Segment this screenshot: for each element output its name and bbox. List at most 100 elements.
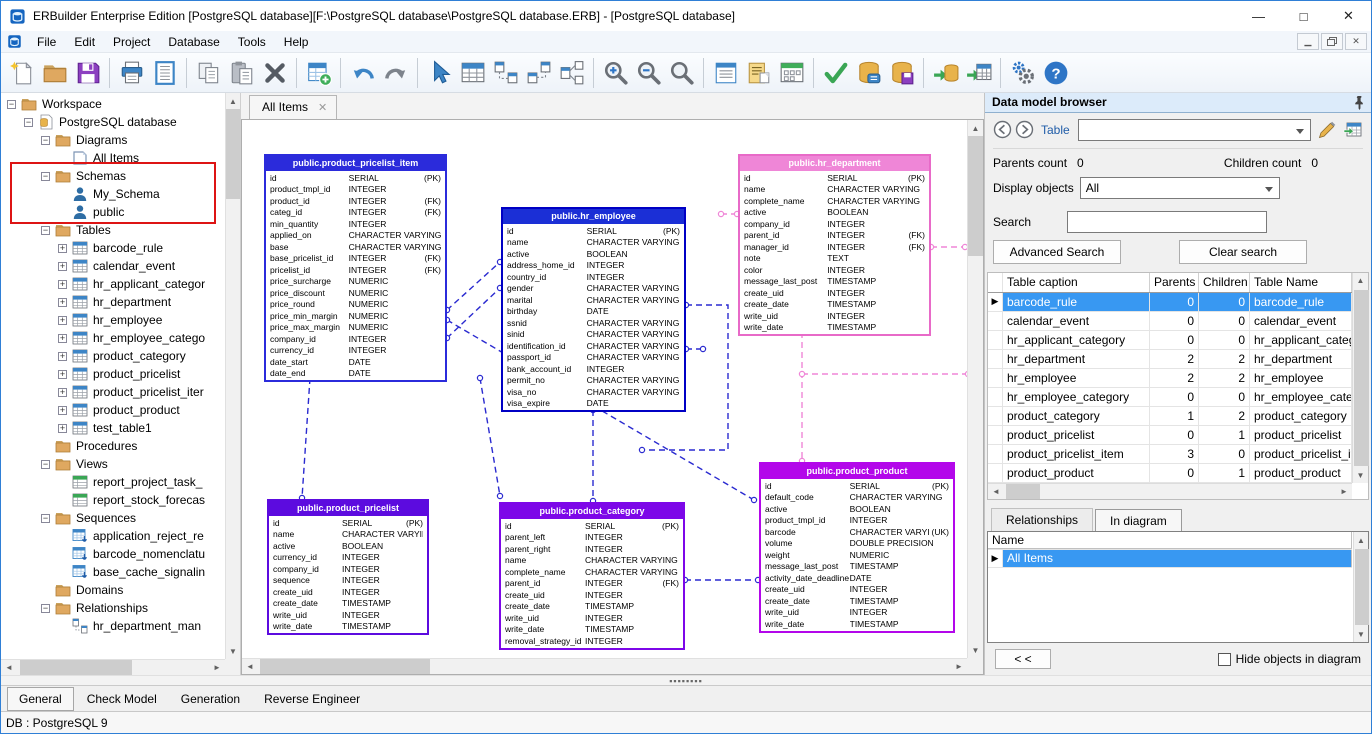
tree-item-report-stock-forecas[interactable]: +report_stock_forecas — [1, 491, 225, 509]
expand-icon[interactable]: + — [58, 298, 67, 307]
table-row-calendar_event[interactable]: calendar_event00calendar_event — [988, 312, 1352, 331]
scrollbar-thumb[interactable] — [226, 109, 240, 199]
menu-item-database[interactable]: Database — [159, 33, 228, 51]
tree-item-procedures[interactable]: +Procedures — [1, 437, 225, 455]
table-row-product_category[interactable]: product_category12product_category — [988, 407, 1352, 426]
diagram-canvas[interactable]: ▲▼ ◄► public.product_pricelist_itemidSER… — [241, 119, 984, 675]
generate-script-button[interactable] — [852, 56, 885, 90]
form-view-button[interactable] — [775, 56, 808, 90]
tree-horizontal-scrollbar[interactable]: ◄► — [1, 659, 225, 675]
scrollbar-thumb[interactable] — [20, 660, 132, 675]
collapse-icon[interactable]: − — [41, 604, 50, 613]
collapse-icon[interactable]: − — [41, 172, 50, 181]
mdi-close-button[interactable]: ✕ — [1345, 33, 1367, 50]
add-relationship-button[interactable] — [489, 56, 522, 90]
expand-icon[interactable]: + — [58, 352, 67, 361]
horizontal-splitter[interactable]: ▪▪▪▪▪▪▪▪ — [1, 675, 1371, 685]
bottom-tab-check-model[interactable]: Check Model — [76, 688, 168, 710]
expand-icon[interactable]: + — [58, 424, 67, 433]
mdi-restore-button[interactable] — [1321, 33, 1343, 50]
scrollbar-thumb[interactable] — [1006, 484, 1040, 499]
print-button[interactable] — [115, 56, 148, 90]
collapse-icon[interactable]: − — [7, 100, 16, 109]
tree-item-relationships[interactable]: −Relationships — [1, 599, 225, 617]
column-header-table-name[interactable]: Table Name — [1250, 273, 1352, 292]
tree-item-tables[interactable]: −Tables — [1, 221, 225, 239]
tree-item-application-reject-re[interactable]: +application_reject_re — [1, 527, 225, 545]
add-view-relationship-button[interactable] — [522, 56, 555, 90]
minimize-button[interactable]: — — [1236, 1, 1281, 31]
entity-public-product_product[interactable]: public.product_productidSERIAL(PK)defaul… — [759, 462, 955, 633]
auto-layout-button[interactable] — [555, 56, 588, 90]
entity-public-hr_department[interactable]: public.hr_departmentidSERIAL(PK)nameCHAR… — [738, 154, 931, 336]
collapse-icon[interactable]: − — [24, 118, 33, 127]
entity-public-product_category[interactable]: public.product_categoryidSERIAL(PK)paren… — [499, 502, 685, 650]
table-row-hr_employee[interactable]: hr_employee22hr_employee — [988, 369, 1352, 388]
grid-horizontal-scrollbar[interactable]: ◄► — [988, 483, 1352, 499]
undo-button[interactable] — [346, 56, 379, 90]
scrollbar-thumb[interactable] — [260, 659, 430, 674]
paste-button[interactable] — [225, 56, 258, 90]
list-item-all-items[interactable]: ▶All Items — [988, 550, 1352, 568]
table-row-hr_department[interactable]: hr_department22hr_department — [988, 350, 1352, 369]
collapse-panel-button[interactable]: < < — [995, 649, 1051, 669]
expand-icon[interactable]: + — [58, 262, 67, 271]
zoom-out-button[interactable] — [632, 56, 665, 90]
pin-icon[interactable] — [1352, 95, 1367, 110]
save-script-button[interactable] — [885, 56, 918, 90]
collapse-icon[interactable]: − — [41, 136, 50, 145]
pointer-button[interactable] — [423, 56, 456, 90]
tree-item-sequences[interactable]: −Sequences — [1, 509, 225, 527]
goto-table-button[interactable] — [1343, 120, 1363, 140]
tree-item-all-items[interactable]: +All Items — [1, 149, 225, 167]
hide-objects-checkbox[interactable] — [1218, 653, 1231, 666]
tree-vertical-scrollbar[interactable]: ▲▼ — [225, 93, 240, 659]
display-objects-select[interactable]: All — [1080, 177, 1280, 199]
zoom-button[interactable] — [665, 56, 698, 90]
scrollbar-thumb[interactable] — [1355, 549, 1369, 625]
collapse-icon[interactable]: − — [41, 514, 50, 523]
tree-item-barcode-rule[interactable]: +barcode_rule — [1, 239, 225, 257]
bottom-tab-general[interactable]: General — [7, 687, 74, 711]
tree-item-views[interactable]: −Views — [1, 455, 225, 473]
table-row-hr_applicant_category[interactable]: hr_applicant_category00hr_applicant_cate… — [988, 331, 1352, 350]
tree-item-test-table1[interactable]: +test_table1 — [1, 419, 225, 437]
menu-item-project[interactable]: Project — [104, 33, 159, 51]
expand-icon[interactable]: + — [58, 334, 67, 343]
table-row-product_pricelist[interactable]: product_pricelist01product_pricelist — [988, 426, 1352, 445]
column-header-parents[interactable]: Parents — [1150, 273, 1199, 292]
search-input[interactable] — [1067, 211, 1267, 233]
tree-item-barcode-nomenclatu[interactable]: +barcode_nomenclatu — [1, 545, 225, 563]
entity-public-product_pricelist[interactable]: public.product_pricelistidSERIAL(PK)name… — [267, 499, 429, 635]
redo-button[interactable] — [379, 56, 412, 90]
forward-engineer-db-button[interactable] — [929, 56, 962, 90]
tree-item-my-schema[interactable]: +My_Schema — [1, 185, 225, 203]
column-header-table-caption[interactable]: Table caption — [1003, 273, 1150, 292]
forward-engineer-table-button[interactable] — [962, 56, 995, 90]
collapse-icon[interactable]: − — [41, 460, 50, 469]
open-folder-button[interactable] — [38, 56, 71, 90]
splitter-grip-dots[interactable]: ▪▪▪▪▪▪▪▪ — [669, 676, 703, 686]
check-model-button[interactable] — [819, 56, 852, 90]
close-button[interactable]: ✕ — [1326, 1, 1371, 31]
expand-icon[interactable]: + — [58, 316, 67, 325]
bottom-tab-reverse-engineer[interactable]: Reverse Engineer — [253, 688, 371, 710]
menu-item-edit[interactable]: Edit — [65, 33, 104, 51]
new-file-button[interactable] — [5, 56, 38, 90]
tree-item-hr-employee-catego[interactable]: +hr_employee_catego — [1, 329, 225, 347]
bottom-tab-generation[interactable]: Generation — [170, 688, 251, 710]
tree-item-public[interactable]: +public — [1, 203, 225, 221]
nav-forward-button[interactable] — [1015, 120, 1034, 139]
tree-item-product-pricelist[interactable]: +product_pricelist — [1, 365, 225, 383]
scrollbar-thumb[interactable] — [1354, 290, 1369, 467]
save-button[interactable] — [71, 56, 104, 90]
table-combobox[interactable] — [1078, 119, 1311, 141]
expand-icon[interactable]: + — [58, 370, 67, 379]
collapse-icon[interactable]: − — [41, 226, 50, 235]
table-row-product_pricelist_item[interactable]: product_pricelist_item30product_pricelis… — [988, 445, 1352, 464]
tree-item-product-pricelist-iter[interactable]: +product_pricelist_iter — [1, 383, 225, 401]
entity-public-product_pricelist_item[interactable]: public.product_pricelist_itemidSERIAL(PK… — [264, 154, 447, 382]
help-button[interactable] — [1039, 56, 1072, 90]
tree-item-schemas[interactable]: −Schemas — [1, 167, 225, 185]
tree-item-calendar-event[interactable]: +calendar_event — [1, 257, 225, 275]
